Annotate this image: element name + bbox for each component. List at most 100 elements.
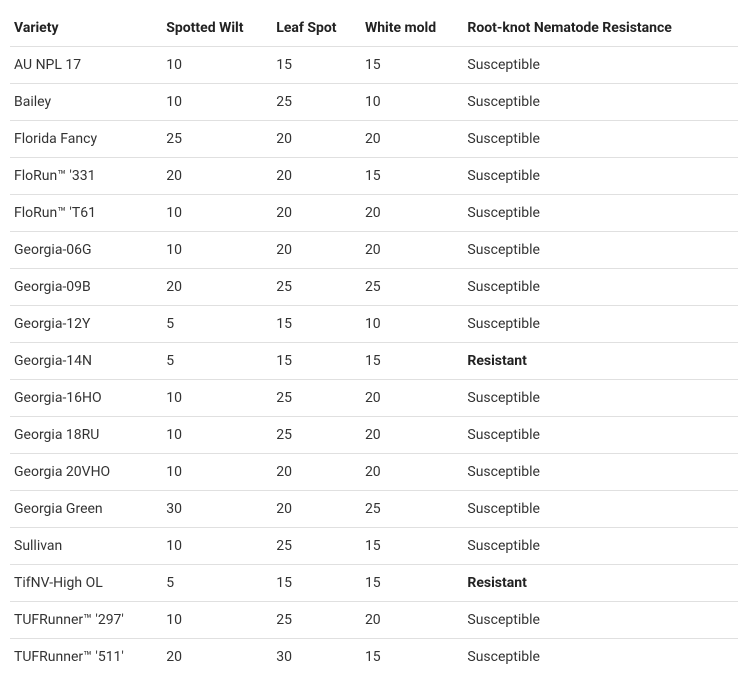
cell-resistance: Susceptible [467, 195, 738, 232]
cell-leaf-spot: 20 [276, 121, 365, 158]
table-row: Georgia 20VHO102020Susceptible [10, 454, 738, 491]
table-header-row: Variety Spotted Wilt Leaf Spot White mol… [10, 10, 738, 47]
cell-variety: Georgia-16HO [10, 380, 166, 417]
cell-leaf-spot: 15 [276, 306, 365, 343]
cell-resistance: Susceptible [467, 417, 738, 454]
variety-resistance-table: Variety Spotted Wilt Leaf Spot White mol… [10, 10, 738, 675]
cell-spotted-wilt: 10 [166, 380, 276, 417]
cell-variety: Georgia-12Y [10, 306, 166, 343]
cell-resistance: Resistant [467, 343, 738, 380]
cell-resistance: Susceptible [467, 232, 738, 269]
cell-leaf-spot: 15 [276, 47, 365, 84]
cell-white-mold: 15 [365, 47, 467, 84]
cell-variety: FloRun™ '331 [10, 158, 166, 195]
header-white-mold: White mold [365, 10, 467, 47]
table-row: Sullivan102515Susceptible [10, 528, 738, 565]
cell-spotted-wilt: 5 [166, 306, 276, 343]
cell-white-mold: 15 [365, 565, 467, 602]
cell-spotted-wilt: 5 [166, 565, 276, 602]
table-row: Georgia-06G102020Susceptible [10, 232, 738, 269]
table-header: Variety Spotted Wilt Leaf Spot White mol… [10, 10, 738, 47]
table-row: Georgia-14N51515Resistant [10, 343, 738, 380]
cell-variety: TifNV-High OL [10, 565, 166, 602]
cell-variety: Georgia 20VHO [10, 454, 166, 491]
table-row: Georgia Green302025Susceptible [10, 491, 738, 528]
cell-white-mold: 20 [365, 195, 467, 232]
table-row: Georgia-12Y51510Susceptible [10, 306, 738, 343]
cell-leaf-spot: 15 [276, 565, 365, 602]
table-row: TUFRunner™ '511'203015Susceptible [10, 639, 738, 676]
cell-leaf-spot: 30 [276, 639, 365, 676]
table-row: FloRun™ '331202015Susceptible [10, 158, 738, 195]
cell-resistance: Susceptible [467, 380, 738, 417]
cell-resistance: Susceptible [467, 47, 738, 84]
cell-white-mold: 25 [365, 269, 467, 306]
header-spotted-wilt: Spotted Wilt [166, 10, 276, 47]
cell-white-mold: 15 [365, 528, 467, 565]
cell-resistance: Susceptible [467, 121, 738, 158]
cell-resistance: Resistant [467, 565, 738, 602]
table-body: AU NPL 17101515SusceptibleBailey102510Su… [10, 47, 738, 676]
cell-resistance: Susceptible [467, 84, 738, 121]
cell-spotted-wilt: 10 [166, 454, 276, 491]
cell-variety: Florida Fancy [10, 121, 166, 158]
cell-leaf-spot: 25 [276, 269, 365, 306]
cell-white-mold: 25 [365, 491, 467, 528]
cell-leaf-spot: 20 [276, 454, 365, 491]
cell-leaf-spot: 15 [276, 343, 365, 380]
cell-leaf-spot: 25 [276, 380, 365, 417]
table-row: Georgia-09B202525Susceptible [10, 269, 738, 306]
cell-spotted-wilt: 10 [166, 195, 276, 232]
cell-leaf-spot: 25 [276, 84, 365, 121]
cell-white-mold: 20 [365, 232, 467, 269]
cell-white-mold: 10 [365, 306, 467, 343]
table-row: Florida Fancy252020Susceptible [10, 121, 738, 158]
cell-spotted-wilt: 30 [166, 491, 276, 528]
cell-white-mold: 20 [365, 380, 467, 417]
header-leaf-spot: Leaf Spot [276, 10, 365, 47]
cell-spotted-wilt: 10 [166, 84, 276, 121]
cell-spotted-wilt: 10 [166, 47, 276, 84]
cell-resistance: Susceptible [467, 491, 738, 528]
table-row: TifNV-High OL51515Resistant [10, 565, 738, 602]
cell-spotted-wilt: 25 [166, 121, 276, 158]
cell-leaf-spot: 25 [276, 417, 365, 454]
cell-white-mold: 15 [365, 639, 467, 676]
cell-white-mold: 15 [365, 158, 467, 195]
cell-white-mold: 20 [365, 121, 467, 158]
cell-spotted-wilt: 20 [166, 269, 276, 306]
cell-resistance: Susceptible [467, 158, 738, 195]
table-row: Georgia-16HO102520Susceptible [10, 380, 738, 417]
cell-resistance: Susceptible [467, 306, 738, 343]
cell-variety: TUFRunner™ '511' [10, 639, 166, 676]
cell-variety: Sullivan [10, 528, 166, 565]
cell-spotted-wilt: 20 [166, 158, 276, 195]
cell-white-mold: 10 [365, 84, 467, 121]
header-variety: Variety [10, 10, 166, 47]
cell-spotted-wilt: 10 [166, 232, 276, 269]
cell-spotted-wilt: 20 [166, 639, 276, 676]
cell-white-mold: 20 [365, 454, 467, 491]
table-row: Georgia 18RU102520Susceptible [10, 417, 738, 454]
cell-variety: Georgia 18RU [10, 417, 166, 454]
cell-spotted-wilt: 10 [166, 528, 276, 565]
cell-variety: Bailey [10, 84, 166, 121]
cell-leaf-spot: 25 [276, 528, 365, 565]
cell-spotted-wilt: 5 [166, 343, 276, 380]
cell-variety: Georgia-09B [10, 269, 166, 306]
table-row: Bailey102510Susceptible [10, 84, 738, 121]
cell-variety: Georgia-14N [10, 343, 166, 380]
cell-resistance: Susceptible [467, 639, 738, 676]
cell-resistance: Susceptible [467, 528, 738, 565]
table-row: AU NPL 17101515Susceptible [10, 47, 738, 84]
cell-leaf-spot: 20 [276, 491, 365, 528]
cell-white-mold: 15 [365, 343, 467, 380]
cell-leaf-spot: 20 [276, 158, 365, 195]
cell-variety: FloRun™ 'T61 [10, 195, 166, 232]
cell-leaf-spot: 20 [276, 195, 365, 232]
cell-spotted-wilt: 10 [166, 417, 276, 454]
header-resistance: Root-knot Nematode Resistance [467, 10, 738, 47]
cell-variety: Georgia Green [10, 491, 166, 528]
cell-resistance: Susceptible [467, 269, 738, 306]
cell-resistance: Susceptible [467, 454, 738, 491]
